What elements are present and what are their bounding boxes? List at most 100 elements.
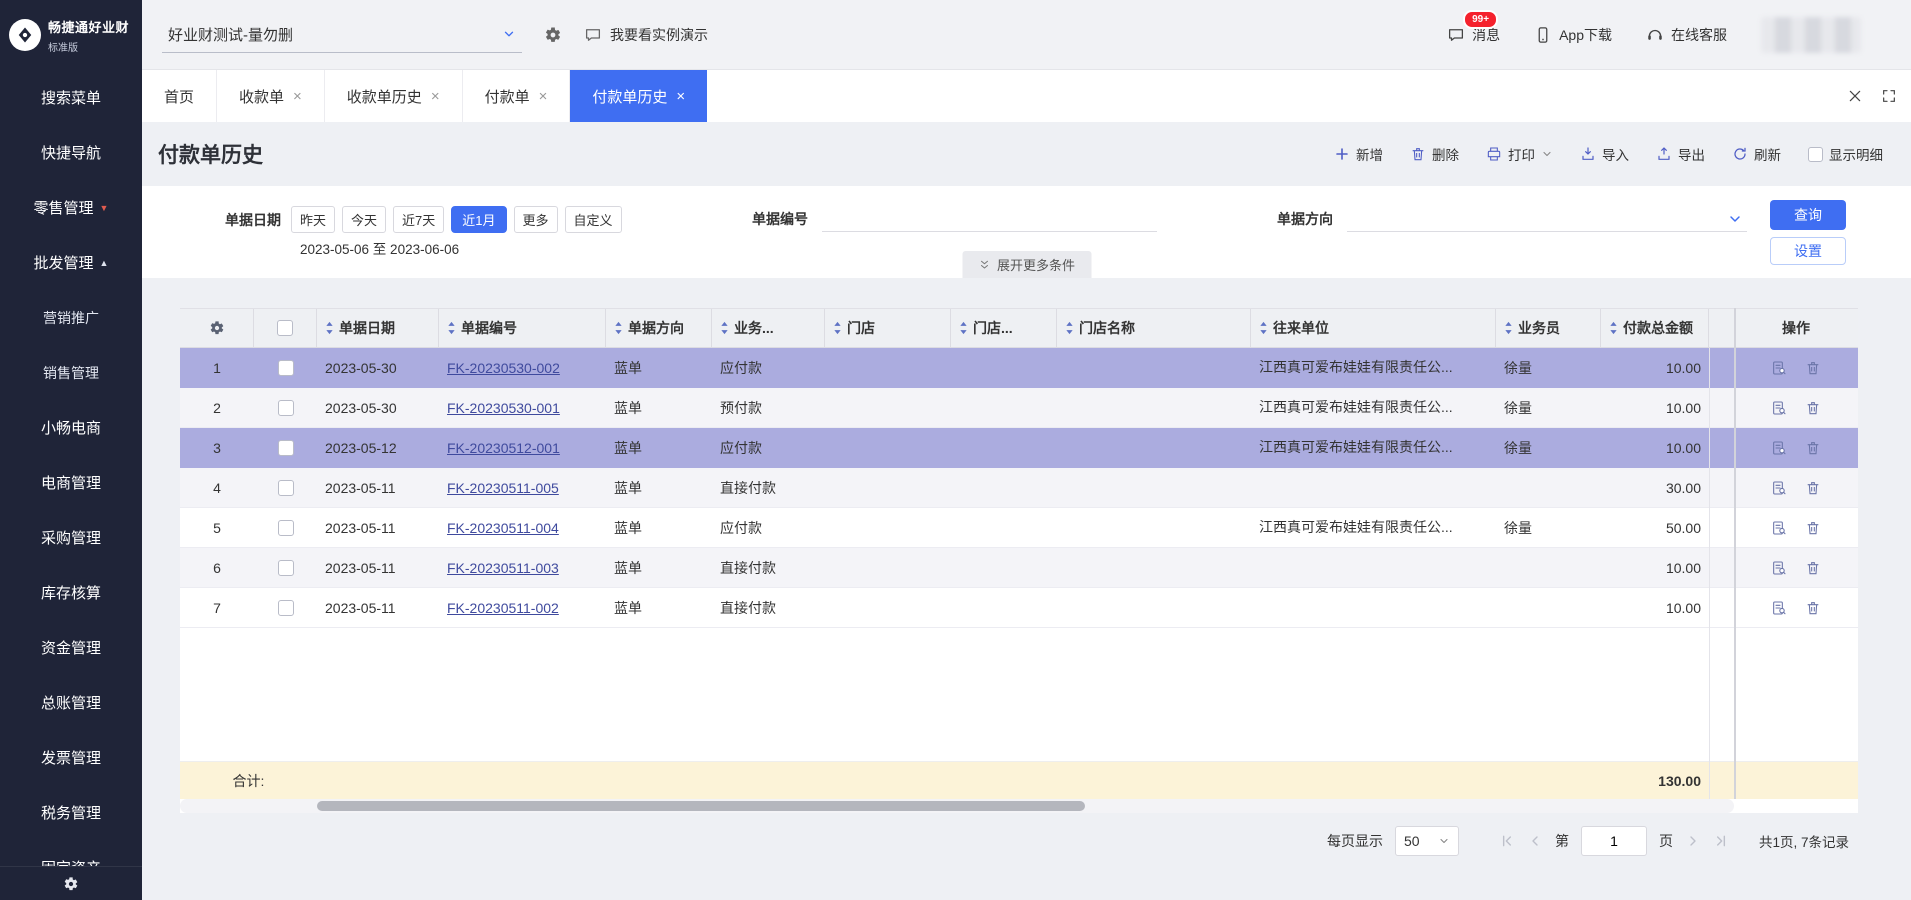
- delete-row-icon[interactable]: [1805, 560, 1821, 576]
- sidebar-item[interactable]: 电商管理: [0, 455, 142, 510]
- doc-no-link[interactable]: FK-20230511-005: [447, 480, 559, 496]
- sort-icon[interactable]: [1259, 321, 1268, 335]
- row-checkbox[interactable]: [277, 519, 294, 536]
- sort-icon[interactable]: [833, 321, 842, 335]
- delete-row-icon[interactable]: [1805, 400, 1821, 416]
- column-header-salesman[interactable]: 业务员: [1496, 309, 1601, 347]
- table-row[interactable]: 2 2023-05-30 FK-20230530-001 蓝单 预付款 江西真可爱布娃娃有…: [180, 388, 1858, 428]
- sidebar-settings-bar[interactable]: [0, 866, 142, 900]
- sidebar-item[interactable]: 资金管理: [0, 620, 142, 675]
- row-checkbox[interactable]: [277, 359, 294, 376]
- tab-active[interactable]: 付款单历史 ×: [570, 70, 708, 122]
- toolbar-import-button[interactable]: 导入: [1580, 144, 1629, 164]
- delete-row-icon[interactable]: [1805, 600, 1821, 616]
- table-row[interactable]: 4 2023-05-11 FK-20230511-005 蓝单 直接付款 30.00: [180, 468, 1858, 508]
- sidebar-item[interactable]: 销售管理: [0, 345, 142, 400]
- delete-row-icon[interactable]: [1805, 360, 1821, 376]
- view-detail-icon[interactable]: [1771, 360, 1787, 376]
- toolbar-add-button[interactable]: 新增: [1334, 144, 1383, 164]
- column-header-store2[interactable]: 门店...: [951, 309, 1057, 347]
- column-header-store[interactable]: 门店: [825, 309, 951, 347]
- demo-link[interactable]: 我要看实例演示: [584, 25, 708, 45]
- doc-no-link[interactable]: FK-20230511-002: [447, 600, 559, 616]
- sort-icon[interactable]: [1504, 321, 1513, 335]
- sidebar-item[interactable]: 快捷导航: [0, 125, 142, 180]
- row-checkbox[interactable]: [277, 559, 294, 576]
- online-service-button[interactable]: 在线客服: [1646, 25, 1727, 45]
- date-option[interactable]: 自定义: [564, 206, 622, 233]
- prev-page-icon[interactable]: [1527, 833, 1543, 849]
- sort-icon[interactable]: [325, 321, 334, 335]
- sidebar-item[interactable]: 税务管理: [0, 785, 142, 840]
- date-option[interactable]: 今天: [342, 206, 387, 233]
- gear-icon[interactable]: [544, 26, 562, 44]
- user-name-redacted[interactable]: [1761, 16, 1861, 53]
- table-settings-icon[interactable]: [209, 320, 225, 336]
- sort-icon[interactable]: [447, 321, 456, 335]
- direction-select[interactable]: [1347, 206, 1747, 232]
- view-detail-icon[interactable]: [1771, 480, 1787, 496]
- doc-no-link[interactable]: FK-20230530-002: [447, 360, 560, 376]
- column-header-direction[interactable]: 单据方向: [606, 309, 712, 347]
- delete-row-icon[interactable]: [1805, 440, 1821, 456]
- toolbar-print-button[interactable]: 打印: [1486, 144, 1553, 164]
- sidebar-item[interactable]: 营销推广: [0, 290, 142, 345]
- tab-item[interactable]: 首页: [142, 70, 218, 122]
- date-option[interactable]: 昨天: [291, 206, 336, 233]
- settings-button[interactable]: 设置: [1770, 237, 1846, 265]
- show-detail-checkbox[interactable]: [1808, 146, 1823, 162]
- view-detail-icon[interactable]: [1771, 440, 1787, 456]
- column-header-partner[interactable]: 往来单位: [1251, 309, 1496, 347]
- query-button[interactable]: 查询: [1770, 200, 1846, 230]
- column-header-store_name[interactable]: 门店名称: [1057, 309, 1251, 347]
- horizontal-scrollbar[interactable]: [180, 799, 1734, 813]
- messages-button[interactable]: 99+ 消息: [1447, 9, 1500, 45]
- per-page-select[interactable]: 50: [1394, 826, 1459, 856]
- column-header-biz_type[interactable]: 业务...: [712, 309, 825, 347]
- column-header-doc_no[interactable]: 单据编号: [439, 309, 606, 347]
- doc-no-link[interactable]: FK-20230511-003: [447, 560, 559, 576]
- doc-no-link[interactable]: FK-20230511-004: [447, 520, 559, 536]
- first-page-icon[interactable]: [1499, 833, 1515, 849]
- row-checkbox[interactable]: [277, 399, 294, 416]
- delete-row-icon[interactable]: [1805, 480, 1821, 496]
- date-range-value[interactable]: 2023-05-06 至 2023-06-06: [300, 238, 459, 258]
- close-tab-icon[interactable]: ×: [431, 88, 440, 105]
- expand-more-button[interactable]: 展开更多条件: [961, 251, 1092, 278]
- sort-icon[interactable]: [720, 321, 729, 335]
- table-row[interactable]: 3 2023-05-12 FK-20230512-001 蓝单 应付款 江西真可爱布娃娃有…: [180, 428, 1858, 468]
- last-page-icon[interactable]: [1713, 833, 1729, 849]
- column-header-date[interactable]: 单据日期: [317, 309, 439, 347]
- app-download-button[interactable]: App下载: [1534, 25, 1612, 45]
- column-header-amount[interactable]: 付款总金额: [1601, 309, 1709, 347]
- org-selector[interactable]: 好业财测试-量勿删: [162, 17, 522, 53]
- row-checkbox[interactable]: [277, 599, 294, 616]
- view-detail-icon[interactable]: [1771, 400, 1787, 416]
- row-checkbox[interactable]: [277, 439, 294, 456]
- doc-no-link[interactable]: FK-20230512-001: [447, 440, 560, 456]
- sidebar-item[interactable]: 库存核算: [0, 565, 142, 620]
- close-tab-icon[interactable]: ×: [676, 88, 685, 105]
- sidebar-item[interactable]: 零售管理 ▼: [0, 180, 142, 235]
- select-all-checkbox[interactable]: [277, 320, 293, 336]
- table-row[interactable]: 7 2023-05-11 FK-20230511-002 蓝单 直接付款 10.00: [180, 588, 1858, 628]
- tab-item[interactable]: 收款单 ×: [217, 70, 325, 122]
- sidebar-item[interactable]: 发票管理: [0, 730, 142, 785]
- table-row[interactable]: 6 2023-05-11 FK-20230511-003 蓝单 直接付款 10.00: [180, 548, 1858, 588]
- sidebar-item[interactable]: 小畅电商: [0, 400, 142, 455]
- sidebar-item[interactable]: 搜索菜单: [0, 70, 142, 125]
- toolbar-export-button[interactable]: 导出: [1656, 144, 1705, 164]
- sidebar-item[interactable]: 总账管理: [0, 675, 142, 730]
- sort-icon[interactable]: [1065, 321, 1074, 335]
- gear-icon[interactable]: [63, 876, 79, 892]
- tab-item[interactable]: 收款单历史 ×: [325, 70, 463, 122]
- sort-icon[interactable]: [959, 321, 968, 335]
- sort-icon[interactable]: [1609, 321, 1618, 335]
- next-page-icon[interactable]: [1685, 833, 1701, 849]
- doc-no-link[interactable]: FK-20230530-001: [447, 400, 560, 416]
- toolbar-delete-button[interactable]: 删除: [1410, 144, 1459, 164]
- toolbar-refresh-button[interactable]: 刷新: [1732, 144, 1781, 164]
- sidebar-item[interactable]: 采购管理: [0, 510, 142, 565]
- date-option[interactable]: 近7天: [393, 206, 445, 233]
- toolbar-show-detail-button[interactable]: 显示明细: [1808, 144, 1883, 164]
